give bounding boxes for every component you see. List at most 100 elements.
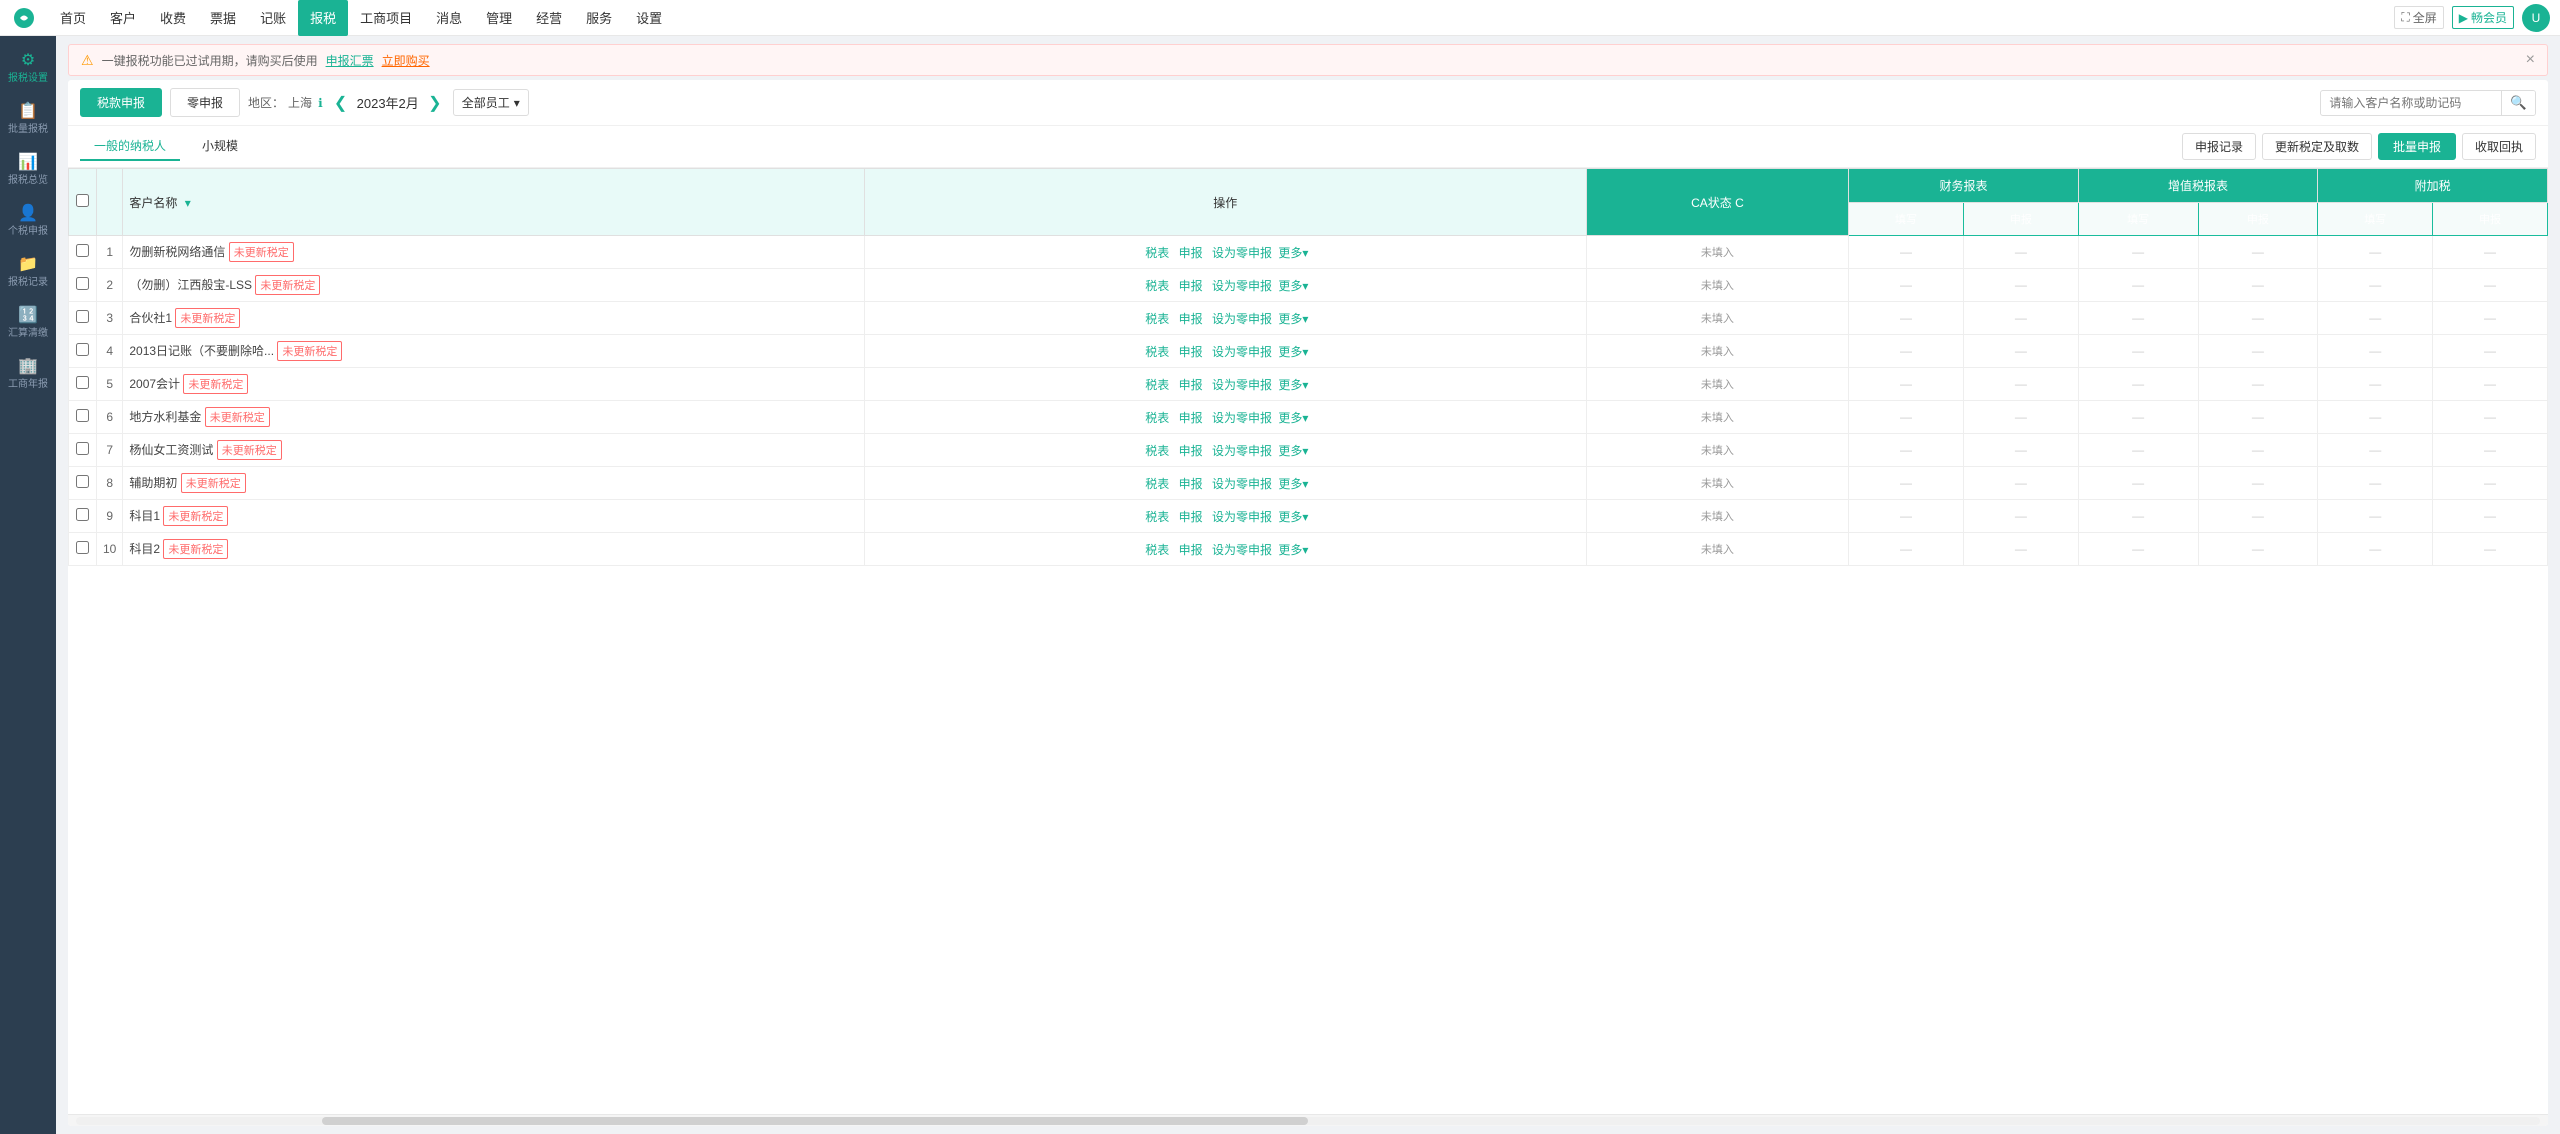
- row-checkbox[interactable]: [76, 277, 89, 290]
- ca-status-cell: 未填入: [1586, 269, 1848, 302]
- action-tax-table[interactable]: 税表: [1145, 543, 1169, 557]
- action-zero-declare[interactable]: 设为零申报: [1212, 378, 1272, 392]
- finance-declare: —: [1963, 467, 2078, 500]
- action-more-dropdown[interactable]: 更多▾: [1278, 312, 1308, 326]
- row-checkbox[interactable]: [76, 508, 89, 521]
- action-zero-declare[interactable]: 设为零申报: [1212, 543, 1272, 557]
- action-zero-declare[interactable]: 设为零申报: [1212, 477, 1272, 491]
- row-checkbox[interactable]: [76, 310, 89, 323]
- region-info-icon[interactable]: ℹ: [318, 96, 323, 110]
- action-tax-table[interactable]: 税表: [1145, 411, 1169, 425]
- nav-biz[interactable]: 工商项目: [348, 0, 424, 36]
- action-more-dropdown[interactable]: 更多▾: [1278, 246, 1308, 260]
- sidebar-item-batch-tax[interactable]: 📋 批量报税: [0, 93, 56, 144]
- records-button[interactable]: 申报记录: [2182, 133, 2256, 160]
- sidebar-item-calc-clear[interactable]: 🔢 汇算清缴: [0, 297, 56, 348]
- action-zero-declare[interactable]: 设为零申报: [1212, 510, 1272, 524]
- tab-zero-declare[interactable]: 零申报: [170, 88, 240, 117]
- action-declare[interactable]: 申报: [1179, 543, 1203, 557]
- batch-declare-button[interactable]: 批量申报: [2378, 133, 2456, 160]
- nav-service[interactable]: 服务: [574, 0, 624, 36]
- bottom-scrollbar[interactable]: [68, 1114, 2548, 1126]
- tax-report-fill: —: [2078, 500, 2198, 533]
- action-tax-table[interactable]: 税表: [1145, 312, 1169, 326]
- sidebar-item-tax-records[interactable]: 📁 报税记录: [0, 246, 56, 297]
- action-more-dropdown[interactable]: 更多▾: [1278, 411, 1308, 425]
- nav-home[interactable]: 首页: [48, 0, 98, 36]
- row-checkbox[interactable]: [76, 442, 89, 455]
- action-tax-table[interactable]: 税表: [1145, 510, 1169, 524]
- tab-general-taxpayer[interactable]: 一般的纳税人: [80, 132, 180, 161]
- action-tax-table[interactable]: 税表: [1145, 345, 1169, 359]
- staff-select[interactable]: 全部员工 ▾: [453, 89, 529, 116]
- action-more-dropdown[interactable]: 更多▾: [1278, 477, 1308, 491]
- sidebar-item-tax-overview[interactable]: 📊 报税总览: [0, 144, 56, 195]
- row-checkbox[interactable]: [76, 475, 89, 488]
- action-zero-declare[interactable]: 设为零申报: [1212, 279, 1272, 293]
- date-prev-button[interactable]: ❮: [331, 93, 351, 113]
- action-declare[interactable]: 申报: [1179, 510, 1203, 524]
- table-row: 2 （勿删）江西般宝-LSS 未更新税定 税表 申报 设为零申报 更多▾ 未填入…: [69, 269, 2548, 302]
- select-all-checkbox[interactable]: [76, 194, 89, 207]
- tab-tax-declare[interactable]: 税款申报: [80, 88, 162, 117]
- action-tax-table[interactable]: 税表: [1145, 477, 1169, 491]
- row-checkbox[interactable]: [76, 244, 89, 257]
- nav-fee[interactable]: 收费: [148, 0, 198, 36]
- action-declare[interactable]: 申报: [1179, 312, 1203, 326]
- action-declare[interactable]: 申报: [1179, 279, 1203, 293]
- action-more-dropdown[interactable]: 更多▾: [1278, 510, 1308, 524]
- row-checkbox[interactable]: [76, 409, 89, 422]
- date-next-button[interactable]: ❯: [425, 93, 445, 113]
- nav-operation[interactable]: 经营: [524, 0, 574, 36]
- action-zero-declare[interactable]: 设为零申报: [1212, 312, 1272, 326]
- search-button[interactable]: 🔍: [2501, 91, 2535, 115]
- nav-message[interactable]: 消息: [424, 0, 474, 36]
- user-avatar[interactable]: U: [2522, 4, 2550, 32]
- action-declare[interactable]: 申报: [1179, 411, 1203, 425]
- action-more-dropdown[interactable]: 更多▾: [1278, 345, 1308, 359]
- vip-button[interactable]: ▶ 畅会员: [2452, 6, 2514, 29]
- revoke-button[interactable]: 收取回执: [2462, 133, 2536, 160]
- action-zero-declare[interactable]: 设为零申报: [1212, 246, 1272, 260]
- action-declare[interactable]: 申报: [1179, 444, 1203, 458]
- added-tax-fill: —: [2318, 434, 2433, 467]
- action-more-dropdown[interactable]: 更多▾: [1278, 543, 1308, 557]
- row-checkbox[interactable]: [76, 541, 89, 554]
- nav-settings[interactable]: 设置: [624, 0, 674, 36]
- table-container[interactable]: 客户名称 ▾ 操作 CA状态 C 财务报表 增值税报表 附加税 填写 申报: [68, 168, 2548, 1114]
- action-declare[interactable]: 申报: [1179, 378, 1203, 392]
- action-zero-declare[interactable]: 设为零申报: [1212, 444, 1272, 458]
- action-tax-table[interactable]: 税表: [1145, 378, 1169, 392]
- row-checkbox[interactable]: [76, 343, 89, 356]
- sidebar-item-tax-settings[interactable]: ⚙ 报税设置: [0, 42, 56, 93]
- sidebar-item-personal-tax[interactable]: 👤 个税申报: [0, 195, 56, 246]
- search-input[interactable]: [2321, 92, 2501, 114]
- announce-close-button[interactable]: ×: [2526, 51, 2535, 69]
- fullscreen-button[interactable]: ⛶ 全屏: [2394, 6, 2443, 29]
- action-tax-table[interactable]: 税表: [1145, 444, 1169, 458]
- action-tax-table[interactable]: 税表: [1145, 246, 1169, 260]
- action-tax-table[interactable]: 税表: [1145, 279, 1169, 293]
- nav-client[interactable]: 客户: [98, 0, 148, 36]
- company-name: 科目1: [129, 509, 160, 523]
- declare-link[interactable]: 申报汇票: [326, 52, 374, 69]
- th-name-sort[interactable]: ▾: [185, 196, 191, 210]
- action-declare[interactable]: 申报: [1179, 345, 1203, 359]
- nav-tax[interactable]: 报税: [298, 0, 348, 36]
- tab-small-scale[interactable]: 小规模: [188, 132, 252, 161]
- update-button[interactable]: 更新税定及取数: [2262, 133, 2372, 160]
- action-more-dropdown[interactable]: 更多▾: [1278, 279, 1308, 293]
- nav-invoice[interactable]: 票据: [198, 0, 248, 36]
- action-declare[interactable]: 申报: [1179, 477, 1203, 491]
- action-zero-declare[interactable]: 设为零申报: [1212, 411, 1272, 425]
- action-more-dropdown[interactable]: 更多▾: [1278, 378, 1308, 392]
- action-more-dropdown[interactable]: 更多▾: [1278, 444, 1308, 458]
- action-zero-declare[interactable]: 设为零申报: [1212, 345, 1272, 359]
- sidebar-item-biz-report[interactable]: 🏢 工商年报: [0, 348, 56, 399]
- action-declare[interactable]: 申报: [1179, 246, 1203, 260]
- nav-manage[interactable]: 管理: [474, 0, 524, 36]
- th-fill-1: 填写: [1849, 203, 1964, 236]
- buy-link[interactable]: 立即购买: [382, 52, 430, 69]
- row-checkbox[interactable]: [76, 376, 89, 389]
- nav-account[interactable]: 记账: [248, 0, 298, 36]
